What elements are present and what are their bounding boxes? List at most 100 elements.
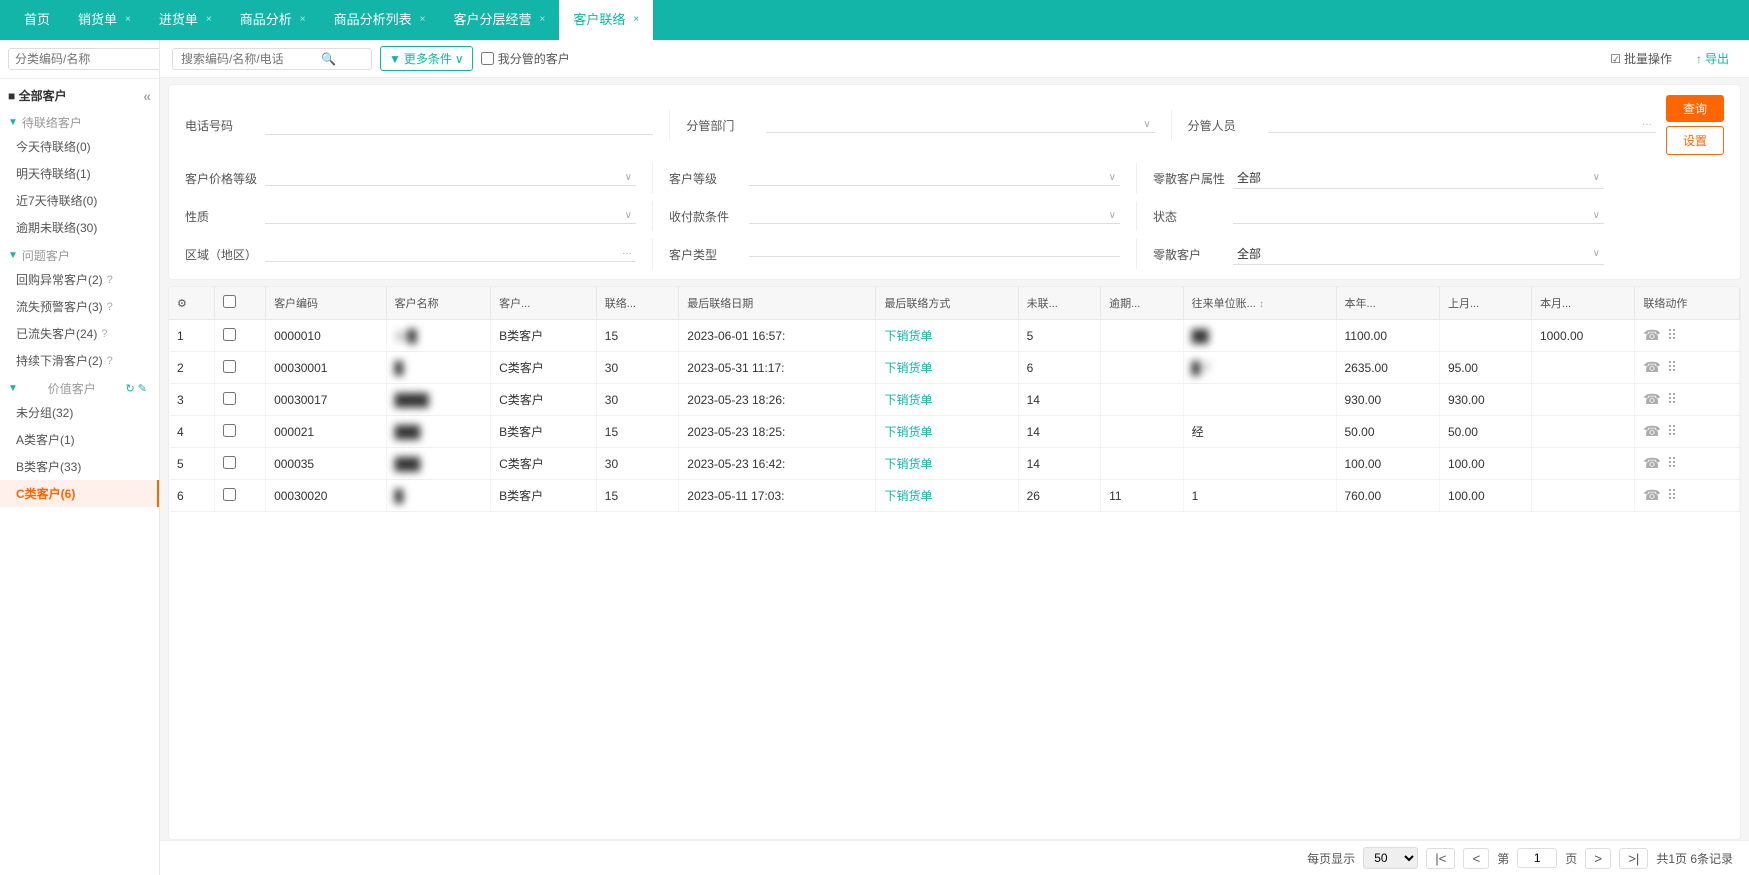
filter-nature-select[interactable]: ∨ bbox=[265, 208, 636, 224]
question-icon-1: ? bbox=[107, 274, 113, 286]
my-customers-checkbox[interactable] bbox=[481, 52, 494, 65]
row-check-5[interactable] bbox=[214, 480, 265, 512]
filter-ctype-select[interactable] bbox=[749, 252, 1120, 257]
row-checkbox-3[interactable] bbox=[223, 424, 236, 437]
set-btn[interactable]: 设置 bbox=[1666, 126, 1724, 155]
page-size-select[interactable]: 50 100 bbox=[1363, 847, 1418, 869]
sidebar-item-lost[interactable]: 已流失客户(24) ? bbox=[0, 320, 159, 347]
more-actions-icon-5[interactable]: ⠿ bbox=[1667, 487, 1677, 504]
nav-purchase[interactable]: 进货单 × bbox=[145, 0, 226, 40]
filter-region-select[interactable]: ··· bbox=[265, 246, 636, 262]
col-gear[interactable]: ⚙ bbox=[169, 287, 214, 320]
table-row: 5 000035 ███ C类客户 30 2023-05-23 16:42: 下… bbox=[169, 448, 1740, 480]
row-check-4[interactable] bbox=[214, 448, 265, 480]
query-btn[interactable]: 查询 bbox=[1666, 95, 1724, 122]
last-method-link-0[interactable]: 下销货单 bbox=[884, 329, 932, 343]
last-method-link-4[interactable]: 下销货单 bbox=[884, 457, 932, 471]
sidebar-item-ungrouped[interactable]: 未分组(32) bbox=[0, 399, 159, 426]
filter-status-select[interactable]: ∨ bbox=[1233, 208, 1604, 224]
phone-icon-3[interactable]: ☎ bbox=[1643, 423, 1660, 440]
row-num-1: 2 bbox=[169, 352, 214, 384]
filter-scatter-select[interactable]: 全部 ∨ bbox=[1233, 167, 1604, 189]
export-btn[interactable]: ↑ 导出 bbox=[1688, 47, 1737, 70]
sidebar-item-class-c[interactable]: C类客户(6) bbox=[0, 480, 159, 507]
row-last-method-3[interactable]: 下销货单 bbox=[876, 416, 1018, 448]
row-last-method-1[interactable]: 下销货单 bbox=[876, 352, 1018, 384]
phone-icon-2[interactable]: ☎ bbox=[1643, 391, 1660, 408]
filter-payment-select[interactable]: ∨ bbox=[749, 208, 1120, 224]
row-checkbox-1[interactable] bbox=[223, 360, 236, 373]
filter-level-select[interactable]: ∨ bbox=[749, 170, 1120, 186]
sidebar-item-declining[interactable]: 持续下滑客户(2) ? bbox=[0, 347, 159, 374]
nav-product-list[interactable]: 商品分析列表 × bbox=[320, 0, 440, 40]
row-last-method-5[interactable]: 下销货单 bbox=[876, 480, 1018, 512]
nav-product-close[interactable]: × bbox=[300, 0, 306, 40]
last-method-link-5[interactable]: 下销货单 bbox=[884, 489, 932, 503]
row-checkbox-0[interactable] bbox=[223, 328, 236, 341]
last-method-link-3[interactable]: 下销货单 bbox=[884, 425, 932, 439]
nav-customer-tier-close[interactable]: × bbox=[539, 0, 545, 40]
more-actions-icon-0[interactable]: ⠿ bbox=[1667, 327, 1677, 344]
row-checkbox-2[interactable] bbox=[223, 392, 236, 405]
row-last-method-2[interactable]: 下销货单 bbox=[876, 384, 1018, 416]
nav-sales[interactable]: 销货单 × bbox=[64, 0, 145, 40]
first-page-btn[interactable]: |< bbox=[1426, 848, 1455, 869]
more-actions-icon-4[interactable]: ⠿ bbox=[1667, 455, 1677, 472]
nav-customer-contact[interactable]: 客户联络 × bbox=[559, 0, 653, 40]
row-check-1[interactable] bbox=[214, 352, 265, 384]
phone-icon-4[interactable]: ☎ bbox=[1643, 455, 1660, 472]
phone-icon-1[interactable]: ☎ bbox=[1643, 359, 1660, 376]
filter-phone-input[interactable] bbox=[265, 116, 653, 135]
nav-sales-close[interactable]: × bbox=[125, 0, 131, 40]
nav-product-list-close[interactable]: × bbox=[420, 0, 426, 40]
row-actions-3: ☎ ⠿ bbox=[1635, 416, 1740, 448]
col-check[interactable] bbox=[214, 287, 265, 320]
sidebar-item-abnormal[interactable]: 回购异常客户(2) ? bbox=[0, 266, 159, 293]
more-actions-icon-2[interactable]: ⠿ bbox=[1667, 391, 1677, 408]
sidebar-item-class-a[interactable]: A类客户(1) bbox=[0, 426, 159, 453]
nav-purchase-close[interactable]: × bbox=[206, 0, 212, 40]
filter-retail-select[interactable]: 全部 ∨ bbox=[1233, 243, 1604, 265]
filter-manager-select[interactable]: ··· bbox=[1268, 117, 1656, 133]
toolbar-search-icon[interactable]: 🔍 bbox=[321, 52, 336, 66]
payment-dropdown-icon: ∨ bbox=[1109, 210, 1116, 221]
sidebar-item-7days[interactable]: 近7天待联络(0) bbox=[0, 187, 159, 214]
row-check-0[interactable] bbox=[214, 320, 265, 352]
my-customers-checkbox-label[interactable]: 我分管的客户 bbox=[481, 50, 570, 67]
next-page-btn[interactable]: > bbox=[1585, 848, 1611, 869]
more-filters-btn[interactable]: ▼ 更多条件 ∨ bbox=[380, 46, 473, 71]
row-last-method-0[interactable]: 下销货单 bbox=[876, 320, 1018, 352]
phone-icon-5[interactable]: ☎ bbox=[1643, 487, 1660, 504]
page-number-input[interactable] bbox=[1517, 848, 1557, 868]
sidebar-collapse-btn[interactable]: « bbox=[143, 88, 151, 104]
last-page-btn[interactable]: >| bbox=[1619, 848, 1648, 869]
value-customer-refresh[interactable]: ↻ ✎ bbox=[125, 382, 147, 395]
sidebar-search-input[interactable] bbox=[8, 48, 160, 70]
nav-contact-close[interactable]: × bbox=[633, 0, 639, 40]
row-check-3[interactable] bbox=[214, 416, 265, 448]
more-actions-icon-3[interactable]: ⠿ bbox=[1667, 423, 1677, 440]
sidebar-item-overdue-contact[interactable]: 逾期未联络(30) bbox=[0, 214, 159, 241]
batch-op-btn[interactable]: ☑ 批量操作 bbox=[1602, 47, 1680, 70]
sidebar-item-tomorrow[interactable]: 明天待联络(1) bbox=[0, 160, 159, 187]
more-actions-icon-1[interactable]: ⠿ bbox=[1667, 359, 1677, 376]
row-checkbox-5[interactable] bbox=[223, 488, 236, 501]
filter-price-select[interactable]: ∨ bbox=[265, 170, 636, 186]
row-check-2[interactable] bbox=[214, 384, 265, 416]
prev-page-btn[interactable]: < bbox=[1463, 848, 1489, 869]
row-last-method-4[interactable]: 下销货单 bbox=[876, 448, 1018, 480]
select-all-checkbox[interactable] bbox=[223, 295, 236, 308]
nav-customer-tier[interactable]: 客户分层经营 × bbox=[439, 0, 559, 40]
sidebar-item-today[interactable]: 今天待联络(0) bbox=[0, 133, 159, 160]
sidebar-item-warning[interactable]: 流失预警客户(3) ? bbox=[0, 293, 159, 320]
last-method-link-2[interactable]: 下销货单 bbox=[884, 393, 932, 407]
search-input[interactable] bbox=[181, 52, 321, 66]
phone-icon-0[interactable]: ☎ bbox=[1643, 327, 1660, 344]
sidebar-item-class-b[interactable]: B类客户(33) bbox=[0, 453, 159, 480]
row-checkbox-4[interactable] bbox=[223, 456, 236, 469]
last-method-link-1[interactable]: 下销货单 bbox=[884, 361, 932, 375]
filter-action-btns: 查询 设置 bbox=[1666, 95, 1724, 155]
nav-home[interactable]: 首页 bbox=[10, 0, 64, 40]
nav-product-analysis[interactable]: 商品分析 × bbox=[226, 0, 320, 40]
filter-dept-select[interactable]: ∨ bbox=[766, 117, 1154, 133]
